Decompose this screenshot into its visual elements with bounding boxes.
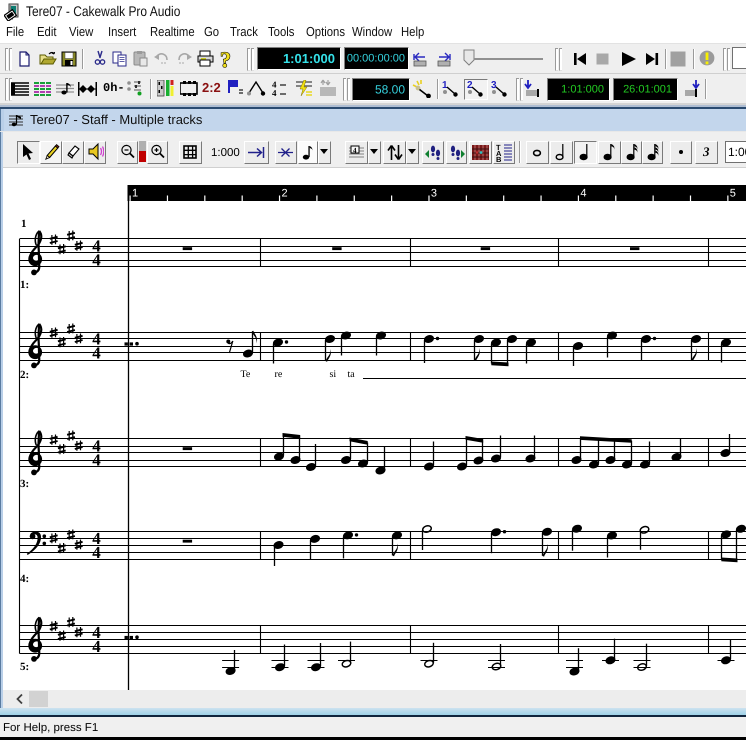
svg-text:4: 4: [92, 543, 101, 562]
svg-text:3:: 3:: [20, 478, 29, 490]
svg-text:4: 4: [92, 451, 101, 470]
svg-text:3: 3: [431, 188, 437, 200]
svg-text:si: si: [330, 369, 337, 380]
svg-text:2: 2: [467, 80, 473, 91]
svg-text:2: 2: [281, 188, 287, 200]
svg-text:3: 3: [491, 80, 497, 91]
svg-text:4: 4: [272, 88, 277, 98]
svg-text:1: 1: [21, 218, 27, 230]
svg-text:4: 4: [92, 637, 101, 656]
svg-text:B: B: [496, 155, 502, 162]
svg-text:4: 4: [353, 147, 357, 155]
svg-text:?: ?: [220, 49, 231, 69]
svg-text:4: 4: [580, 188, 586, 200]
svg-text:1: 1: [132, 188, 138, 200]
svg-text:Te: Te: [241, 369, 251, 380]
svg-text:4: 4: [92, 344, 101, 363]
svg-text:4:: 4:: [20, 573, 29, 585]
svg-text:ta: ta: [348, 369, 356, 380]
svg-text:re: re: [275, 369, 283, 380]
svg-text:4: 4: [92, 251, 101, 270]
svg-text:5: 5: [730, 188, 736, 200]
svg-text:1: 1: [442, 80, 448, 91]
svg-text:1:: 1:: [20, 279, 29, 291]
svg-text:2:: 2:: [20, 369, 29, 381]
svg-text:5:: 5:: [20, 661, 29, 673]
